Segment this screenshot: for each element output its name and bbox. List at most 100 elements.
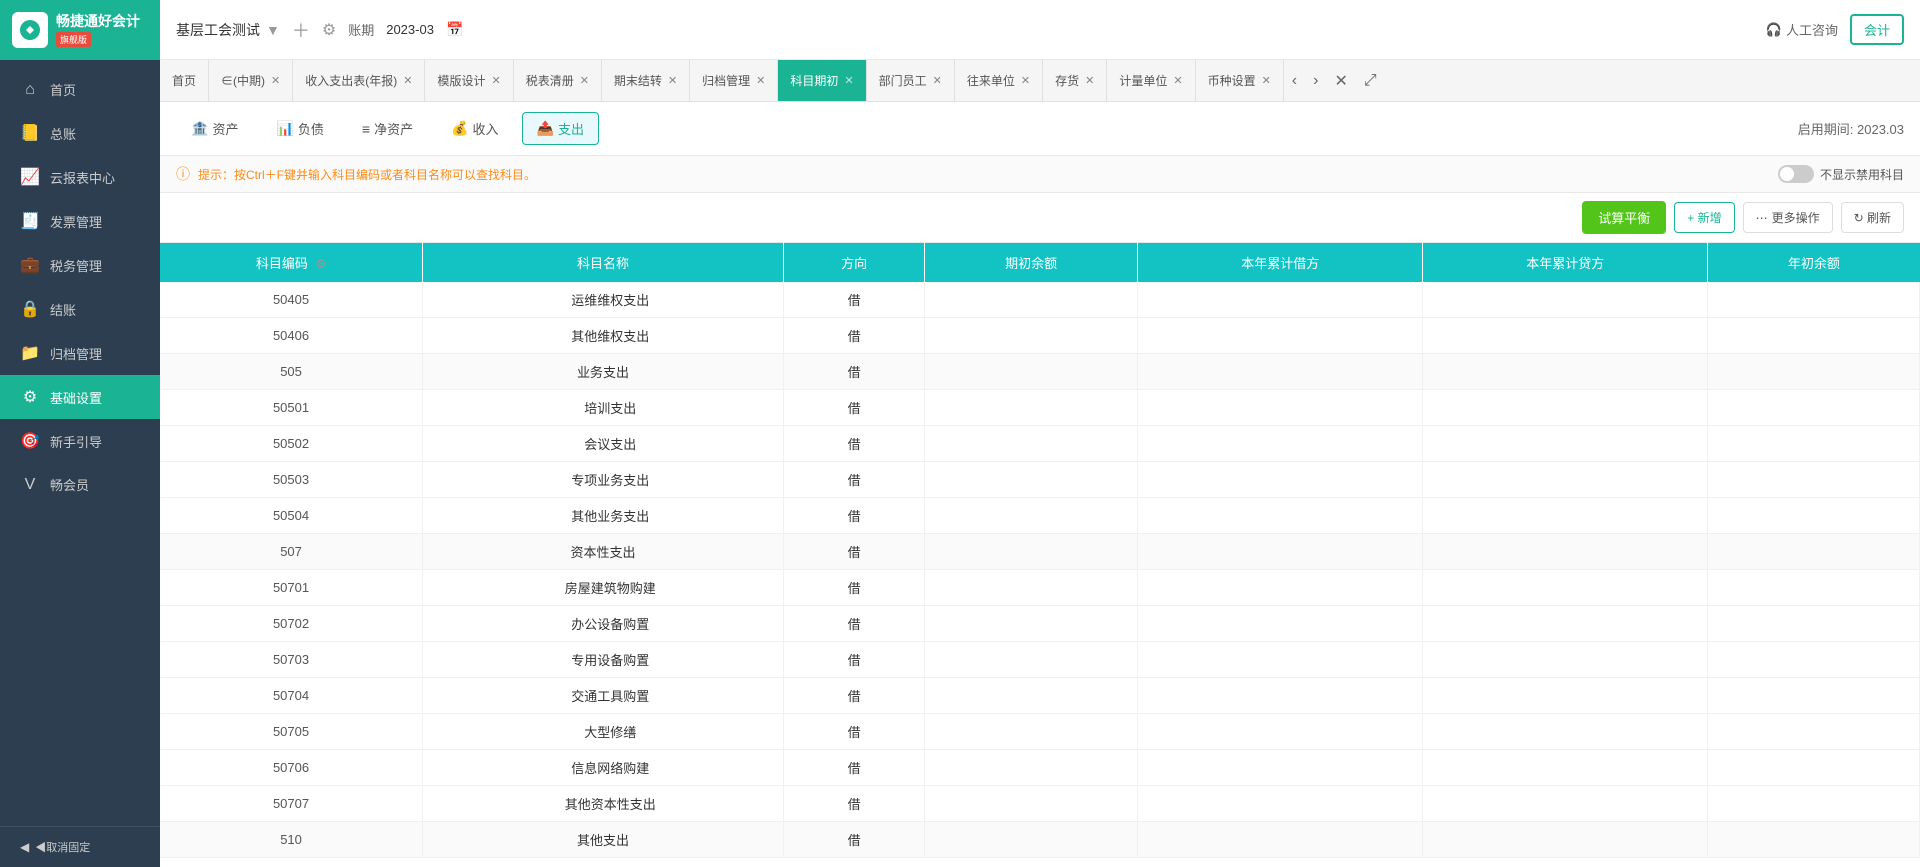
tab-close-icon[interactable]: ✕: [1173, 74, 1182, 87]
sidebar-item-reports[interactable]: 📈 云报表中心: [0, 155, 160, 199]
tab-prev-button[interactable]: ‹: [1284, 60, 1305, 102]
tab-tax[interactable]: 税表清册 ✕: [514, 60, 602, 102]
sidebar-item-archive[interactable]: 📁 归档管理: [0, 331, 160, 375]
sidebar-item-tax[interactable]: 💼 税务管理: [0, 243, 160, 287]
table-row[interactable]: 50703 专用设备购置 借: [160, 642, 1920, 678]
cell-name: 房屋建筑物购建: [423, 570, 784, 606]
sub-tab-income[interactable]: 💰 收入: [436, 112, 513, 145]
expense-icon: 📤: [537, 120, 554, 137]
cell-name: 信息网络购建: [423, 750, 784, 786]
tab-close-icon[interactable]: ✕: [271, 74, 280, 87]
tab-home[interactable]: 首页: [160, 60, 209, 102]
tab-close-icon[interactable]: ✕: [491, 74, 500, 87]
sidebar-item-member[interactable]: V 畅会员: [0, 463, 160, 506]
cell-direction: 借: [784, 606, 925, 642]
tab-currency[interactable]: 币种设置 ✕: [1196, 60, 1284, 102]
table-row[interactable]: 505 业务支出 借: [160, 354, 1920, 390]
cell-direction: 借: [784, 714, 925, 750]
tab-close-icon[interactable]: ✕: [933, 74, 942, 87]
tab-period-end[interactable]: 期末结转 ✕: [602, 60, 690, 102]
tab-template[interactable]: 模版设计 ✕: [425, 60, 513, 102]
subjects-table: 科目编码 ⚙ 科目名称 方向 期初余额 本年累计借方 本年累计贷方 年初余额 5…: [160, 243, 1920, 858]
sub-tab-expense[interactable]: 📤 支出: [522, 112, 599, 145]
sidebar-item-home[interactable]: ⌂ 首页: [0, 68, 160, 111]
table-row[interactable]: 510 其他支出 借: [160, 822, 1920, 858]
table-row[interactable]: 50405 运维维权支出 借: [160, 282, 1920, 318]
tab-close-icon[interactable]: ✕: [1085, 74, 1094, 87]
period-calendar-icon[interactable]: 📅: [446, 21, 463, 38]
workspace-dropdown-icon[interactable]: ▼: [266, 22, 280, 38]
sidebar-item-invoice[interactable]: 🧾 发票管理: [0, 199, 160, 243]
tab-close-icon[interactable]: ✕: [844, 74, 853, 87]
col-direction: 方向: [784, 243, 925, 282]
add-workspace-button[interactable]: ＋: [292, 17, 310, 43]
table-row[interactable]: 507 资本性支出 借: [160, 534, 1920, 570]
refresh-button[interactable]: ↻ 刷新: [1841, 202, 1904, 233]
table-row[interactable]: 50702 办公设备购置 借: [160, 606, 1920, 642]
table-row[interactable]: 50706 信息网络购建 借: [160, 750, 1920, 786]
tab-maximize-button[interactable]: ⤢: [1356, 60, 1385, 102]
cell-debit-ytd: [1138, 678, 1423, 714]
tab-close-icon[interactable]: ✕: [1021, 74, 1030, 87]
header-gear-icon[interactable]: ⚙: [322, 20, 336, 40]
sidebar-item-close[interactable]: 🔒 结账: [0, 287, 160, 331]
col-debit-ytd: 本年累计借方: [1138, 243, 1423, 282]
cell-code: 50405: [160, 282, 423, 318]
sub-tab-net-asset[interactable]: ≡ 净资产: [347, 112, 428, 145]
sub-tab-asset[interactable]: 🏦 资产: [176, 112, 253, 145]
tab-units[interactable]: 往来单位 ✕: [955, 60, 1043, 102]
col-year-balance: 年初余额: [1708, 243, 1920, 282]
cell-code: 50703: [160, 642, 423, 678]
tab-close-icon[interactable]: ✕: [580, 74, 589, 87]
col-balance: 期初余额: [925, 243, 1138, 282]
cell-year-balance: [1708, 570, 1920, 606]
cell-code: 50504: [160, 498, 423, 534]
tab-inventory[interactable]: 存货 ✕: [1043, 60, 1107, 102]
table-row[interactable]: 50504 其他业务支出 借: [160, 498, 1920, 534]
table-row[interactable]: 50501 培训支出 借: [160, 390, 1920, 426]
logo-text: 畅捷通好会计 旗舰版: [56, 13, 140, 47]
sub-tab-liability[interactable]: 📊 负债: [261, 112, 338, 145]
table-row[interactable]: 50701 房屋建筑物购建 借: [160, 570, 1920, 606]
add-button[interactable]: + 新增: [1674, 202, 1734, 233]
cell-balance: [925, 750, 1138, 786]
tab-subject-init[interactable]: 科目期初 ✕: [778, 60, 866, 102]
cell-debit-ytd: [1138, 462, 1423, 498]
tab-archive[interactable]: 归档管理 ✕: [690, 60, 778, 102]
table-row[interactable]: 50707 其他资本性支出 借: [160, 786, 1920, 822]
tab-close-icon[interactable]: ✕: [403, 74, 412, 87]
table-row[interactable]: 50406 其他维权支出 借: [160, 318, 1920, 354]
sidebar-item-settings[interactable]: ⚙ 基础设置: [0, 375, 160, 419]
table-row[interactable]: 50704 交通工具购置 借: [160, 678, 1920, 714]
table-row[interactable]: 50502 会议支出 借: [160, 426, 1920, 462]
cell-direction: 借: [784, 822, 925, 858]
sidebar-item-guide[interactable]: 🎯 新手引导: [0, 419, 160, 463]
cell-code: 50702: [160, 606, 423, 642]
table-row[interactable]: 50705 大型修缮 借: [160, 714, 1920, 750]
cell-direction: 借: [784, 786, 925, 822]
cell-balance: [925, 282, 1138, 318]
support-button[interactable]: 🎧 人工咨询: [1766, 20, 1838, 39]
sidebar-collapse[interactable]: ◀ ◀取消固定: [0, 826, 160, 867]
cell-name: 大型修缮: [423, 714, 784, 750]
toggle-switch[interactable]: [1778, 165, 1814, 183]
sidebar-item-ledger[interactable]: 📒 总账: [0, 111, 160, 155]
tab-next-button[interactable]: ›: [1305, 60, 1326, 102]
account-button[interactable]: 会计: [1850, 14, 1904, 45]
tab-balance-mid[interactable]: ∈(中期) ✕: [209, 60, 293, 102]
cell-direction: 借: [784, 354, 925, 390]
cell-code: 50704: [160, 678, 423, 714]
cell-code: 50502: [160, 426, 423, 462]
tab-close-icon[interactable]: ✕: [1262, 74, 1271, 87]
tab-dept[interactable]: 部门员工 ✕: [867, 60, 955, 102]
calculate-button[interactable]: 试算平衡: [1582, 201, 1666, 234]
tab-close-icon[interactable]: ✕: [756, 74, 765, 87]
more-button[interactable]: ⋯ 更多操作: [1743, 202, 1833, 233]
cell-name: 会议支出: [423, 426, 784, 462]
table-row[interactable]: 50503 专项业务支出 借: [160, 462, 1920, 498]
col-settings-icon[interactable]: ⚙: [315, 257, 326, 271]
tab-close-icon[interactable]: ✕: [668, 74, 677, 87]
tab-measure[interactable]: 计量单位 ✕: [1107, 60, 1195, 102]
tab-close-all-button[interactable]: ✕: [1326, 60, 1355, 102]
tab-income-year[interactable]: 收入支出表(年报) ✕: [293, 60, 425, 102]
